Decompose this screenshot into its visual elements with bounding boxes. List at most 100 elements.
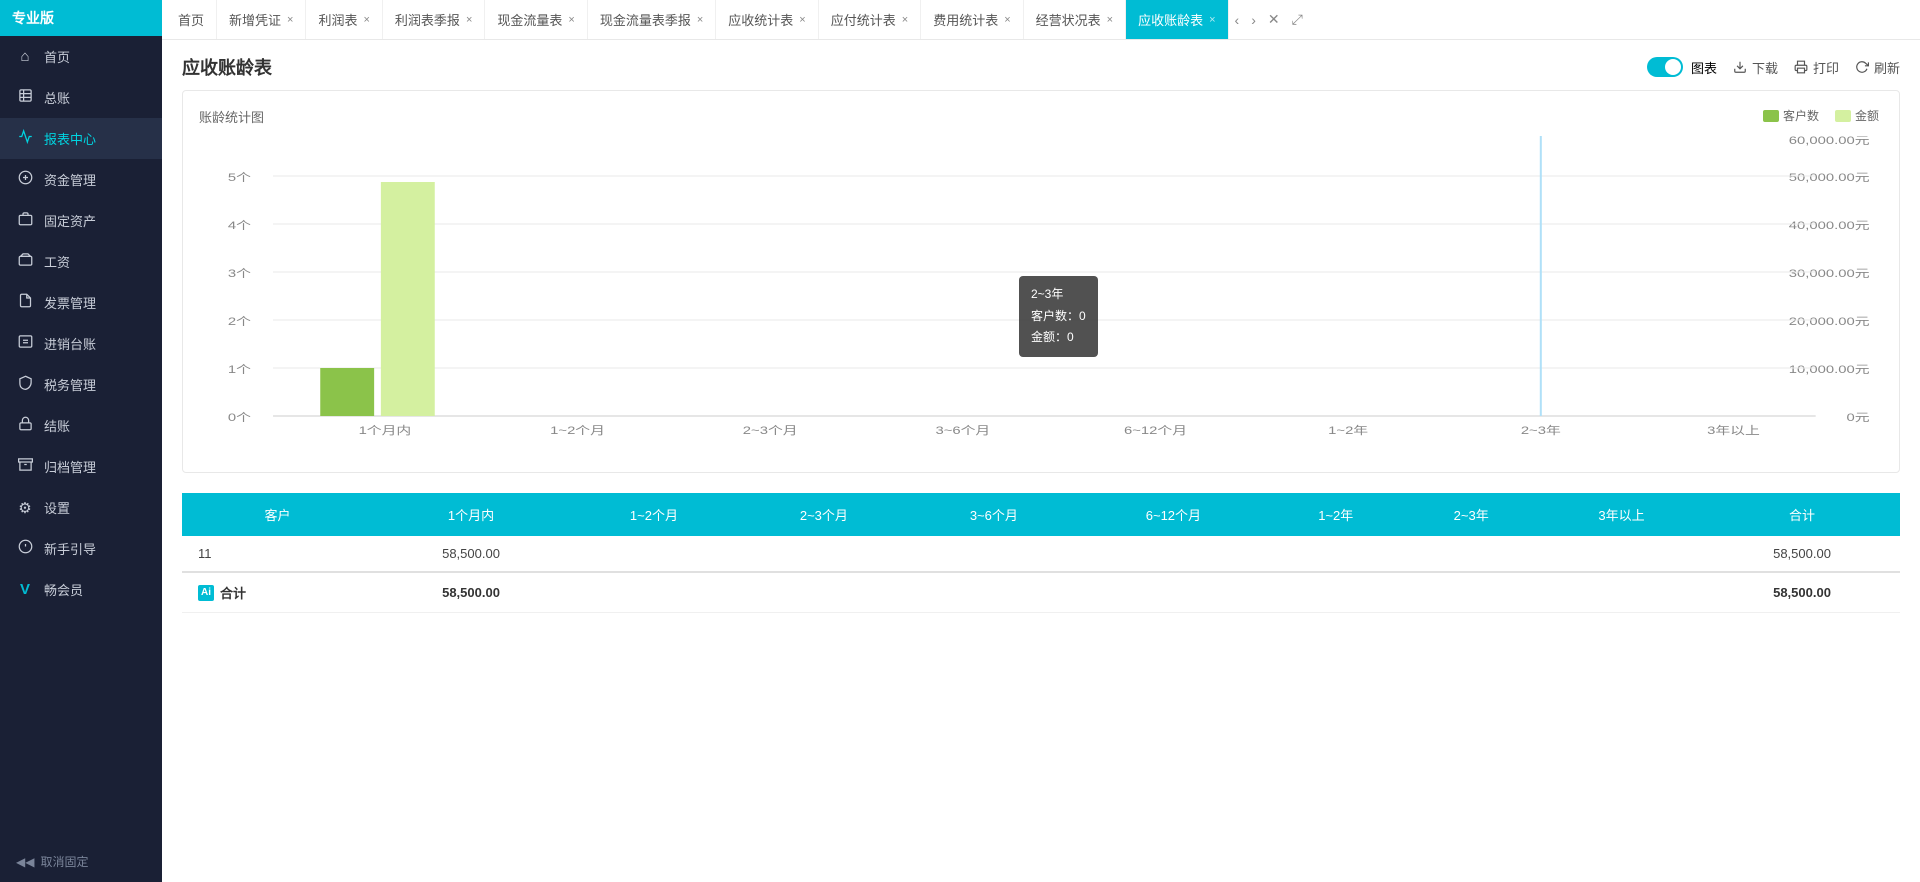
sidebar-item-label: 归档管理 — [44, 457, 96, 476]
sidebar-item-salary[interactable]: 工资 — [0, 241, 162, 282]
col-m612: 6~12个月 — [1079, 493, 1268, 536]
chart-toggle-label: 图表 — [1691, 58, 1717, 77]
sidebar-item-tax[interactable]: 税务管理 — [0, 364, 162, 405]
cell-y3p — [1539, 536, 1704, 572]
svg-text:1个月内: 1个月内 — [359, 424, 412, 436]
legend-amount-label: 金额 — [1855, 107, 1879, 124]
tab-profit[interactable]: 利润表 × — [306, 0, 382, 39]
chart-toggle[interactable]: 图表 — [1647, 57, 1717, 77]
total-y23 — [1403, 572, 1538, 613]
sidebar-unpin[interactable]: ◀◀ 取消固定 — [0, 841, 162, 882]
tab-operation-label: 经营状况表 — [1036, 10, 1101, 29]
sidebar-item-reports[interactable]: 报表中心 — [0, 118, 162, 159]
total-label-cell: Ai 合计 — [182, 572, 373, 613]
sidebar-item-label: 工资 — [44, 252, 70, 271]
member-icon: V — [16, 581, 34, 598]
salary-icon — [16, 252, 34, 271]
sidebar-item-home[interactable]: ⌂ 首页 — [0, 36, 162, 77]
cell-total: 58,500.00 — [1704, 536, 1900, 572]
tab-profit-quarter-label: 利润表季报 — [395, 10, 460, 29]
svg-text:4个: 4个 — [228, 219, 251, 232]
sidebar-item-closing[interactable]: 结账 — [0, 405, 162, 446]
table-header-row: 客户 1个月内 1~2个月 2~3个月 3~6个月 6~12个月 1~2年 2~… — [182, 493, 1900, 536]
sidebar-item-funds[interactable]: 资金管理 — [0, 159, 162, 200]
tab-profit-quarter[interactable]: 利润表季报 × — [383, 0, 485, 39]
bar-amount-0 — [381, 182, 435, 416]
legend-customers-label: 客户数 — [1783, 107, 1819, 124]
svg-text:3~6个月: 3~6个月 — [935, 424, 990, 436]
total-m36 — [909, 572, 1079, 613]
tab-voucher-label: 新增凭证 — [229, 10, 281, 29]
tab-bar: 首页 新增凭证 × 利润表 × 利润表季报 × 现金流量表 × 现金流量表季报 … — [162, 0, 1920, 40]
total-m612 — [1079, 572, 1268, 613]
refresh-button[interactable]: 刷新 — [1855, 58, 1900, 77]
tab-payable-stat[interactable]: 应付统计表 × — [819, 0, 921, 39]
download-button[interactable]: 下载 — [1733, 58, 1778, 77]
svg-text:2~3年: 2~3年 — [1521, 424, 1561, 436]
refresh-label: 刷新 — [1874, 58, 1900, 77]
tab-home[interactable]: 首页 — [166, 0, 217, 39]
svg-text:6~12个月: 6~12个月 — [1124, 424, 1187, 436]
sidebar-item-member[interactable]: V 畅会员 — [0, 569, 162, 610]
download-icon — [1733, 60, 1747, 74]
tab-cashflow-quarter[interactable]: 现金流量表季报 × — [588, 0, 716, 39]
svg-text:0个: 0个 — [228, 411, 251, 424]
tab-close-all-btn[interactable]: ✕ — [1262, 0, 1286, 39]
tab-cashflow-quarter-close[interactable]: × — [697, 14, 703, 26]
svg-text:50,000.00元: 50,000.00元 — [1789, 171, 1870, 184]
inventory-icon — [16, 334, 34, 353]
tab-operation-close[interactable]: × — [1107, 14, 1113, 26]
tab-next-btn[interactable]: › — [1245, 0, 1262, 39]
sidebar-item-inventory[interactable]: 进销台账 — [0, 323, 162, 364]
sidebar: 专业版 ⌂ 首页 总账 报表中心 资金管理 固定资产 工资 — [0, 0, 162, 882]
home-icon: ⌂ — [16, 48, 34, 65]
total-m1: 58,500.00 — [373, 572, 569, 613]
data-table: 客户 1个月内 1~2个月 2~3个月 3~6个月 6~12个月 1~2年 2~… — [182, 493, 1900, 613]
tab-prev-btn[interactable]: ‹ — [1229, 0, 1246, 39]
chart-legend: 客户数 金额 — [1763, 107, 1879, 124]
page-actions: 图表 下载 打印 刷新 — [1647, 57, 1900, 77]
tab-receivable-stat[interactable]: 应收统计表 × — [716, 0, 818, 39]
sidebar-item-label: 设置 — [44, 498, 70, 517]
tab-aging[interactable]: 应收账龄表 × — [1126, 0, 1228, 39]
tab-expense-stat-close[interactable]: × — [1004, 14, 1010, 26]
reports-icon — [16, 129, 34, 148]
tab-profit-close[interactable]: × — [363, 14, 369, 26]
tab-voucher[interactable]: 新增凭证 × — [217, 0, 306, 39]
svg-text:20,000.00元: 20,000.00元 — [1789, 315, 1870, 328]
col-m1: 1个月内 — [373, 493, 569, 536]
sidebar-item-ledger[interactable]: 总账 — [0, 77, 162, 118]
unpin-label: 取消固定 — [40, 853, 88, 870]
guide-icon — [16, 539, 34, 558]
svg-text:3个: 3个 — [228, 267, 251, 280]
sidebar-item-label: 进销台账 — [44, 334, 96, 353]
sidebar-item-guide[interactable]: 新手引导 — [0, 528, 162, 569]
tab-expense-stat[interactable]: 费用统计表 × — [921, 0, 1023, 39]
tab-payable-stat-close[interactable]: × — [902, 14, 908, 26]
tab-maximize-btn[interactable]: ⤢ — [1286, 0, 1309, 39]
sidebar-item-label: 新手引导 — [44, 539, 96, 558]
sidebar-item-assets[interactable]: 固定资产 — [0, 200, 162, 241]
svg-text:1~2年: 1~2年 — [1328, 424, 1368, 436]
chart-svg: 0个 1个 2个 3个 4个 5个 0元 10,000.00元 20,000.0… — [199, 136, 1883, 436]
toggle-track[interactable] — [1647, 57, 1683, 77]
sidebar-item-label: 发票管理 — [44, 293, 96, 312]
tab-cashflow-close[interactable]: × — [568, 14, 574, 26]
sidebar-item-settings[interactable]: ⚙ 设置 — [0, 487, 162, 528]
tab-aging-close[interactable]: × — [1209, 14, 1215, 26]
svg-text:2~3个月: 2~3个月 — [743, 424, 798, 436]
tab-receivable-stat-close[interactable]: × — [799, 14, 805, 26]
tab-operation[interactable]: 经营状况表 × — [1024, 0, 1126, 39]
assets-icon — [16, 211, 34, 230]
app-logo: 专业版 — [0, 0, 162, 36]
tab-cashflow[interactable]: 现金流量表 × — [485, 0, 587, 39]
sidebar-item-invoice[interactable]: 发票管理 — [0, 282, 162, 323]
print-button[interactable]: 打印 — [1794, 58, 1839, 77]
total-icon: Ai — [198, 585, 214, 601]
sidebar-item-archive[interactable]: 归档管理 — [0, 446, 162, 487]
legend-customers: 客户数 — [1763, 107, 1819, 124]
tab-profit-quarter-close[interactable]: × — [466, 14, 472, 26]
col-y3p: 3年以上 — [1539, 493, 1704, 536]
tab-voucher-close[interactable]: × — [287, 14, 293, 26]
tab-payable-stat-label: 应付统计表 — [831, 10, 896, 29]
